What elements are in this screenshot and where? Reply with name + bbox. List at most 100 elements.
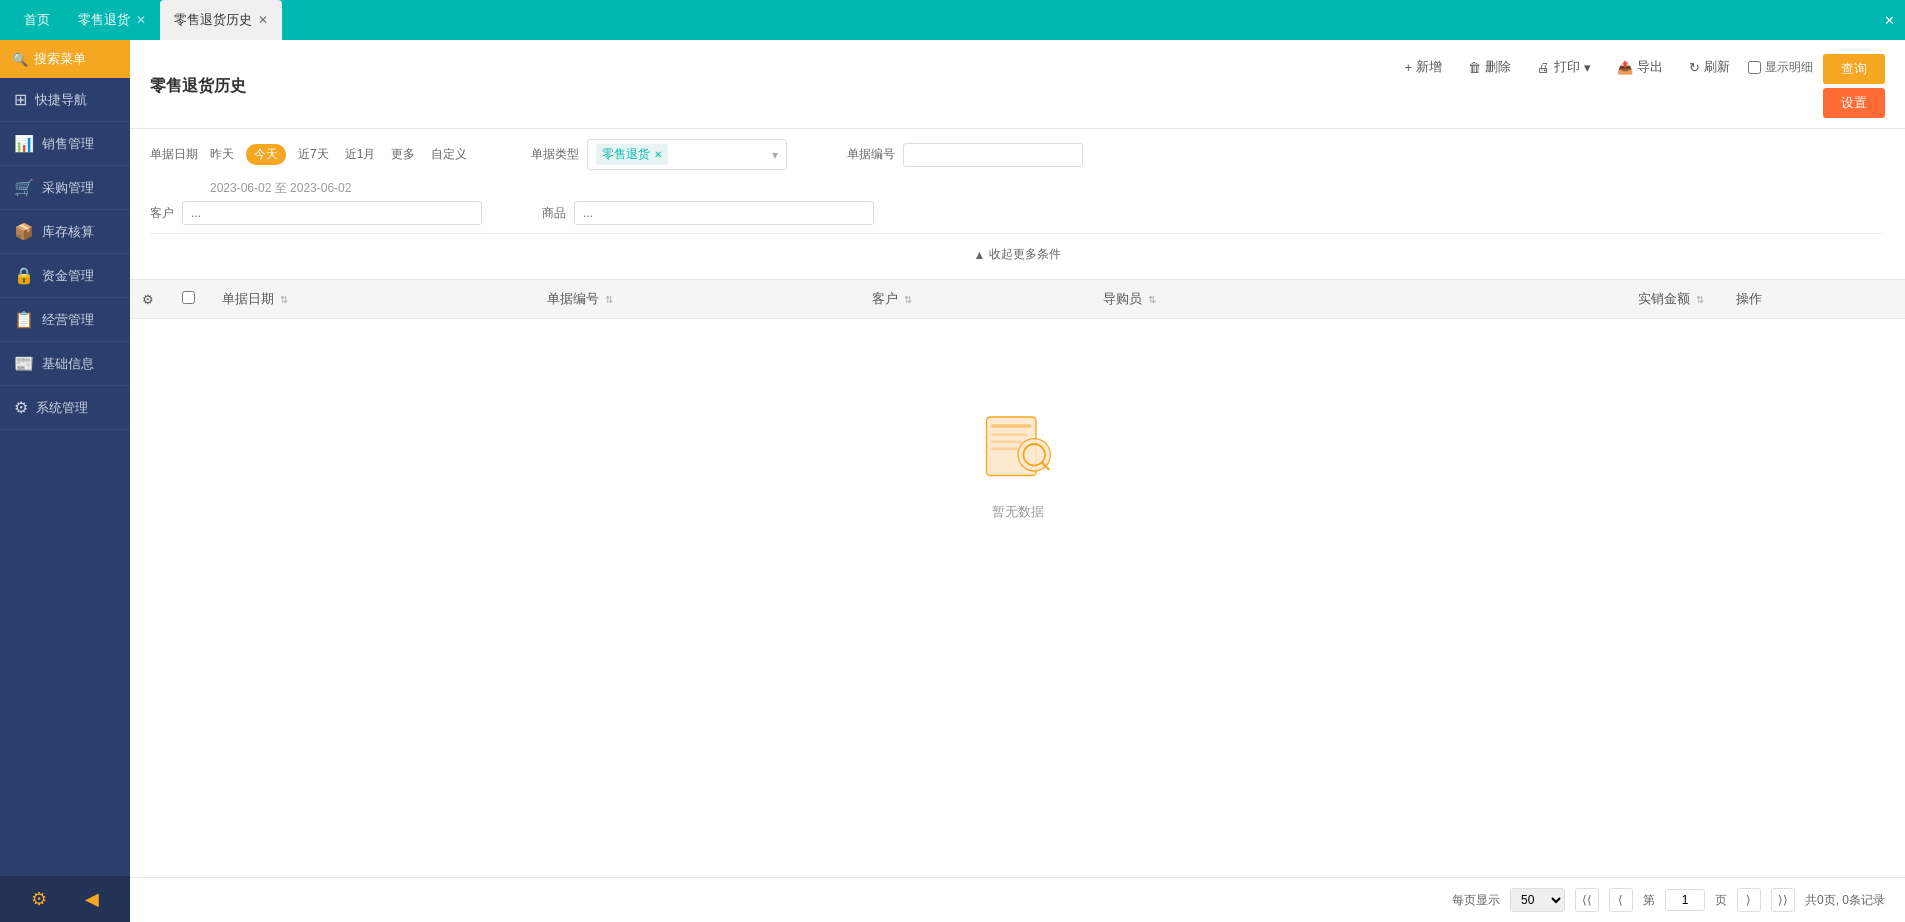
doc-number-label: 单据编号 bbox=[847, 146, 895, 163]
print-icon: 🖨 bbox=[1537, 60, 1550, 75]
date-filter-label: 单据日期 bbox=[150, 146, 198, 163]
amount-sort-icon: ⇅ bbox=[1696, 294, 1704, 305]
print-dropdown-icon: ▾ bbox=[1584, 60, 1591, 75]
finance-icon: 🔒 bbox=[14, 266, 34, 285]
svg-rect-3 bbox=[991, 440, 1023, 443]
date-more[interactable]: 更多 bbox=[387, 144, 419, 165]
sidebar-item-basic-info[interactable]: 📰 基础信息 bbox=[0, 342, 130, 386]
date-custom[interactable]: 自定义 bbox=[427, 144, 471, 165]
doc-type-tag-text: 零售退货 bbox=[602, 146, 650, 163]
th-settings[interactable]: ⚙ bbox=[130, 280, 170, 319]
sidebar-item-purchase-label: 采购管理 bbox=[42, 179, 94, 197]
empty-state: 暂无数据 bbox=[130, 319, 1905, 601]
data-table: ⚙ 单据日期 ⇅ 单据编号 ⇅ bbox=[130, 280, 1905, 319]
customer-input[interactable] bbox=[182, 201, 482, 225]
refresh-icon: ↻ bbox=[1689, 60, 1700, 75]
sidebar-search[interactable]: 🔍 搜索菜单 bbox=[0, 40, 130, 78]
goods-input[interactable] bbox=[574, 201, 874, 225]
page-header: 零售退货历史 + 新增 🗑 删除 🖨 打印 bbox=[130, 40, 1905, 129]
svg-rect-1 bbox=[991, 424, 1032, 428]
sidebar-item-operation[interactable]: 📋 经营管理 bbox=[0, 298, 130, 342]
doc-type-select[interactable]: 零售退货 ✕ ▾ bbox=[587, 139, 787, 170]
export-label: 导出 bbox=[1637, 58, 1663, 76]
delete-label: 删除 bbox=[1485, 58, 1511, 76]
close-retail-return-history-icon[interactable]: ✕ bbox=[258, 13, 268, 27]
date-options: 昨天 今天 近7天 近1月 更多 自定义 bbox=[206, 144, 471, 165]
page-label: 第 bbox=[1643, 892, 1655, 909]
tab-retail-return[interactable]: 零售退货 ✕ bbox=[64, 0, 160, 40]
sidebar-item-system-label: 系统管理 bbox=[36, 399, 88, 417]
settings-icon[interactable]: ⚙ bbox=[142, 292, 154, 307]
th-doc-date[interactable]: 单据日期 ⇅ bbox=[210, 280, 535, 319]
first-page-button[interactable]: ⟨⟨ bbox=[1575, 888, 1599, 912]
operation-icon: 📋 bbox=[14, 310, 34, 329]
show-detail-checkbox[interactable] bbox=[1748, 61, 1761, 74]
add-button[interactable]: + 新增 bbox=[1396, 54, 1450, 80]
collapse-sidebar-icon[interactable]: ◀ bbox=[85, 888, 99, 910]
inventory-icon: 📦 bbox=[14, 222, 34, 241]
delete-button[interactable]: 🗑 删除 bbox=[1460, 54, 1519, 80]
doc-type-label: 单据类型 bbox=[531, 146, 579, 163]
prev-page-button[interactable]: ⟨ bbox=[1609, 888, 1633, 912]
query-button[interactable]: 查询 bbox=[1823, 54, 1885, 84]
search-icon: 🔍 bbox=[12, 52, 28, 67]
print-button[interactable]: 🖨 打印 ▾ bbox=[1529, 54, 1599, 80]
th-customer-label: 客户 bbox=[872, 291, 898, 306]
collapse-label: 收起更多条件 bbox=[989, 246, 1061, 263]
refresh-label: 刷新 bbox=[1704, 58, 1730, 76]
sidebar-item-purchase-mgmt[interactable]: 🛒 采购管理 bbox=[0, 166, 130, 210]
close-retail-return-icon[interactable]: ✕ bbox=[136, 13, 146, 27]
date-last7[interactable]: 近7天 bbox=[294, 144, 333, 165]
window-close-icon[interactable]: ✕ bbox=[1884, 13, 1895, 28]
tab-home[interactable]: 首页 bbox=[10, 0, 64, 40]
empty-state-text: 暂无数据 bbox=[992, 503, 1044, 521]
total-info: 共0页, 0条记录 bbox=[1805, 892, 1885, 909]
setting-button[interactable]: 设置 bbox=[1823, 88, 1885, 118]
sidebar-item-finance[interactable]: 🔒 资金管理 bbox=[0, 254, 130, 298]
empty-state-icon bbox=[973, 399, 1063, 489]
print-label: 打印 bbox=[1554, 58, 1580, 76]
filter-row-2: 客户 商品 bbox=[150, 201, 1885, 225]
sidebar-bottom: ⚙ ◀ bbox=[0, 876, 130, 922]
doc-type-tag: 零售退货 ✕ bbox=[596, 144, 668, 165]
page-number-input[interactable] bbox=[1665, 889, 1705, 911]
top-bar: 首页 零售退货 ✕ 零售退货历史 ✕ ✕ bbox=[0, 0, 1905, 40]
tab-home-label: 首页 bbox=[24, 11, 50, 29]
last-page-button[interactable]: ⟩⟩ bbox=[1771, 888, 1795, 912]
sidebar-item-system[interactable]: ⚙ 系统管理 bbox=[0, 386, 130, 430]
select-all-checkbox[interactable] bbox=[182, 291, 195, 304]
th-doc-date-label: 单据日期 bbox=[222, 291, 274, 306]
date-today[interactable]: 今天 bbox=[246, 144, 286, 165]
doc-type-dropdown-icon: ▾ bbox=[772, 148, 778, 162]
system-icon: ⚙ bbox=[14, 398, 28, 417]
guide-sort-icon: ⇅ bbox=[1148, 294, 1156, 305]
doc-type-tag-close[interactable]: ✕ bbox=[654, 149, 662, 160]
th-amount[interactable]: 实销金额 ⇅ bbox=[1369, 280, 1723, 319]
sidebar: 🔍 搜索菜单 ⊞ 快捷导航 📊 销售管理 🛒 采购管理 📦 库存核算 🔒 资金管… bbox=[0, 40, 130, 922]
settings-bottom-icon[interactable]: ⚙ bbox=[31, 888, 47, 910]
th-checkbox[interactable] bbox=[170, 280, 210, 319]
th-customer[interactable]: 客户 ⇅ bbox=[860, 280, 1091, 319]
table-header: ⚙ 单据日期 ⇅ 单据编号 ⇅ bbox=[130, 280, 1905, 319]
sidebar-item-sales-mgmt[interactable]: 📊 销售管理 bbox=[0, 122, 130, 166]
doc-number-input[interactable] bbox=[903, 143, 1083, 167]
doc-number-sort-icon: ⇅ bbox=[605, 294, 613, 305]
filter-row-1: 单据日期 昨天 今天 近7天 近1月 更多 自定义 单据类型 bbox=[150, 139, 1885, 170]
sidebar-item-inventory[interactable]: 📦 库存核算 bbox=[0, 210, 130, 254]
per-page-select[interactable]: 50 10 20 100 bbox=[1510, 888, 1565, 912]
next-page-button[interactable]: ⟩ bbox=[1737, 888, 1761, 912]
date-yesterday[interactable]: 昨天 bbox=[206, 144, 238, 165]
tab-retail-return-history-label: 零售退货历史 bbox=[174, 11, 252, 29]
query-setting-group: 查询 设置 bbox=[1823, 54, 1885, 118]
collapse-button[interactable]: ▲ 收起更多条件 bbox=[150, 246, 1885, 263]
date-last-month[interactable]: 近1月 bbox=[341, 144, 380, 165]
show-detail-toggle[interactable]: 显示明细 bbox=[1748, 59, 1813, 76]
export-button[interactable]: 📤 导出 bbox=[1609, 54, 1671, 80]
th-guide[interactable]: 导购员 ⇅ bbox=[1091, 280, 1369, 319]
refresh-button[interactable]: ↻ 刷新 bbox=[1681, 54, 1738, 80]
date-range-display: 2023-06-02 至 2023-06-02 bbox=[210, 181, 351, 195]
tab-retail-return-history[interactable]: 零售退货历史 ✕ bbox=[160, 0, 282, 40]
sidebar-item-quick-nav[interactable]: ⊞ 快捷导航 bbox=[0, 78, 130, 122]
basic-info-icon: 📰 bbox=[14, 354, 34, 373]
th-doc-number[interactable]: 单据编号 ⇅ bbox=[535, 280, 860, 319]
